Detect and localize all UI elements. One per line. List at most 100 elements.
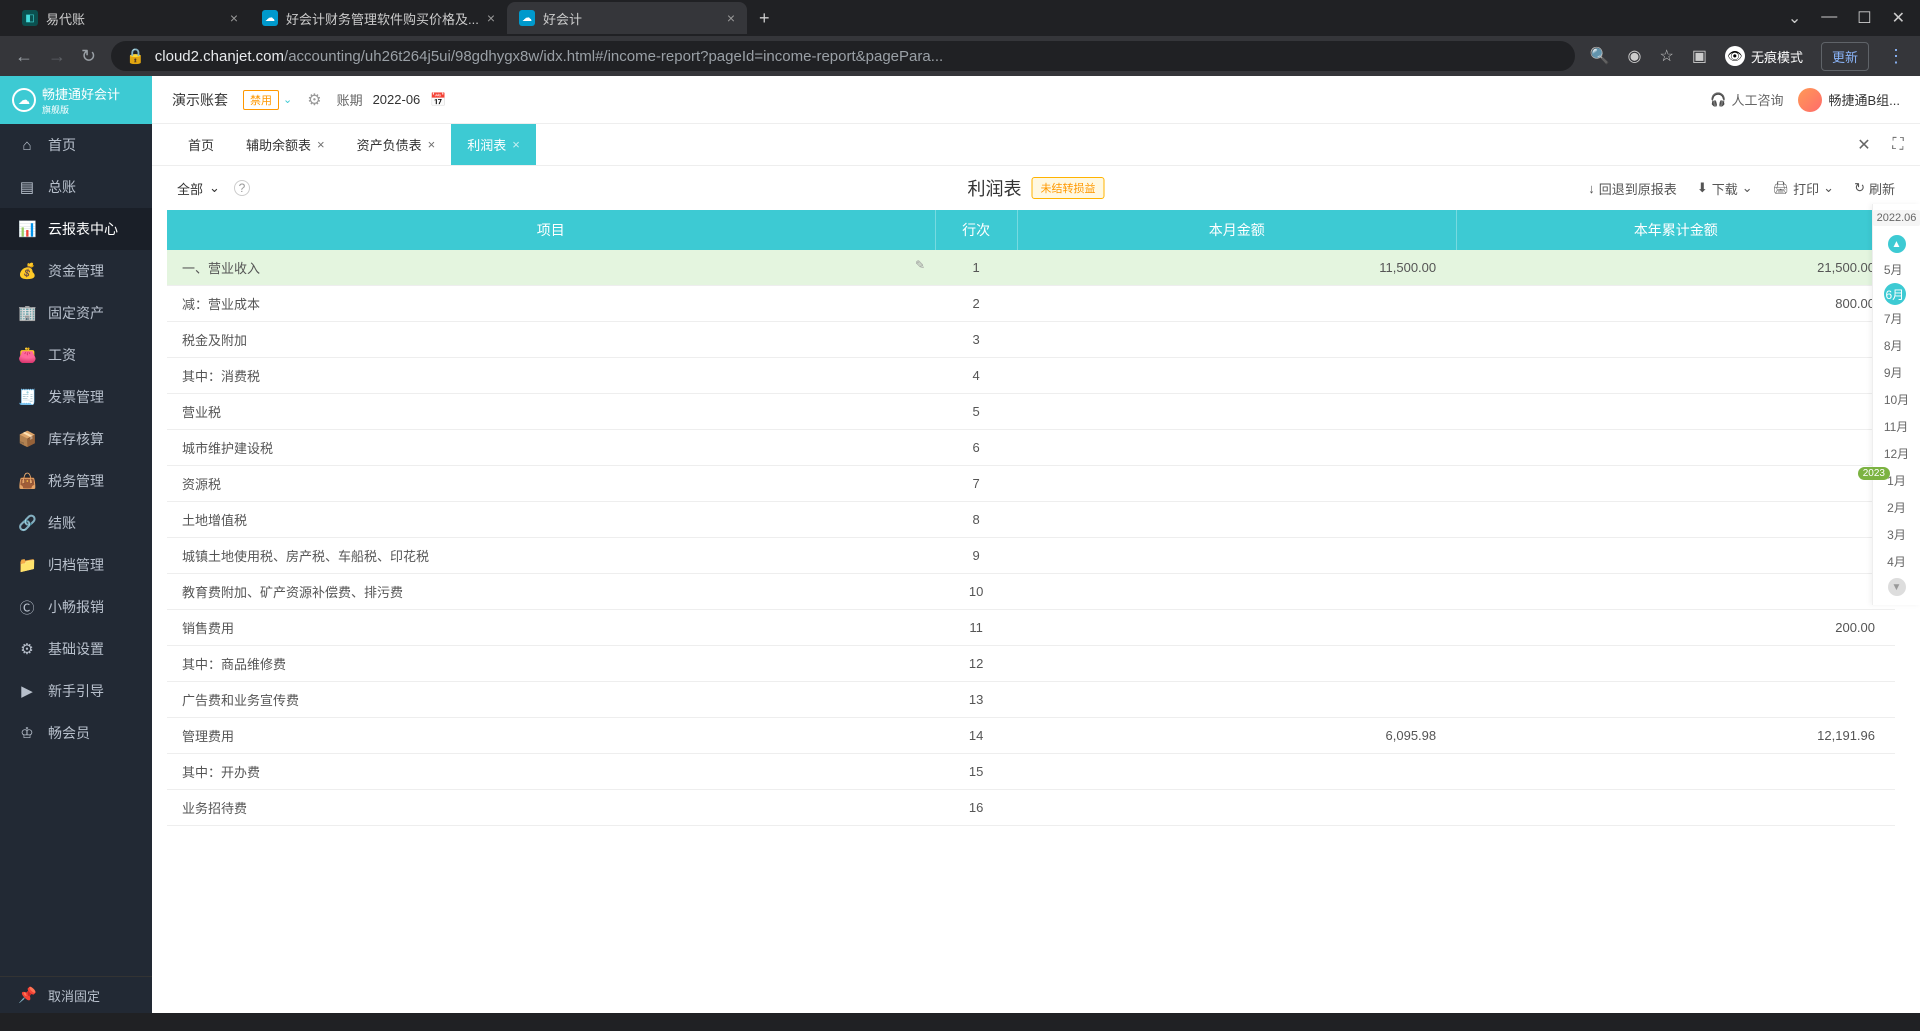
- close-icon[interactable]: ×: [487, 10, 495, 26]
- settings-icon[interactable]: ⚙: [307, 90, 321, 110]
- period-value[interactable]: 2022-06: [373, 92, 421, 107]
- timeline-up-icon[interactable]: ▲: [1888, 235, 1906, 253]
- timeline-down-icon[interactable]: ▼: [1888, 578, 1906, 596]
- edit-icon[interactable]: ✎: [915, 258, 925, 272]
- reload-icon[interactable]: ↻: [81, 46, 96, 67]
- table-row[interactable]: 一、营业收入✎ 1 11,500.00 21,500.00: [167, 250, 1895, 286]
- sidebar-item-2[interactable]: 📊云报表中心: [0, 208, 152, 250]
- sidebar-item-3[interactable]: 💰资金管理: [0, 250, 152, 292]
- table-row[interactable]: 资源税 7: [167, 466, 1895, 502]
- close-icon[interactable]: ×: [428, 137, 436, 152]
- page-tab-1[interactable]: 辅助余额表×: [230, 124, 341, 165]
- print-button[interactable]: 🖨 打印 ⌄: [1773, 179, 1834, 198]
- table-row[interactable]: 其中：消费税 4: [167, 358, 1895, 394]
- table-row[interactable]: 其中：开办费 15: [167, 754, 1895, 790]
- col-header-line: 行次: [935, 210, 1017, 250]
- table-row[interactable]: 城市维护建设税 6: [167, 430, 1895, 466]
- close-all-tabs-icon[interactable]: ✕: [1852, 133, 1876, 157]
- timeline-month[interactable]: 12月: [1884, 440, 1909, 467]
- table-row[interactable]: 教育费附加、矿产资源补偿费、排污费 10: [167, 574, 1895, 610]
- table-row[interactable]: 减：营业成本 2 800.00: [167, 286, 1895, 322]
- help-icon[interactable]: ?: [234, 180, 250, 196]
- refresh-button[interactable]: ↻ 刷新: [1854, 179, 1895, 198]
- table-row[interactable]: 税金及附加 3: [167, 322, 1895, 358]
- timeline-month[interactable]: 8月: [1884, 332, 1909, 359]
- cell-line: 16: [935, 790, 1017, 826]
- download-button[interactable]: ⬇ 下载 ⌄: [1697, 179, 1753, 198]
- browser-tab-2[interactable]: ☁ 好会计财务管理软件购买价格及... ×: [250, 2, 507, 34]
- close-icon[interactable]: ×: [512, 137, 520, 152]
- table-row[interactable]: 管理费用 14 6,095.98 12,191.96: [167, 718, 1895, 754]
- close-icon[interactable]: ×: [317, 137, 325, 152]
- page-tab-0[interactable]: 首页: [172, 124, 230, 165]
- sidebar-logo[interactable]: ☁ 畅捷通好会计 旗舰版: [0, 76, 152, 124]
- close-window-icon[interactable]: ✕: [1892, 8, 1905, 28]
- table-row[interactable]: 营业税 5: [167, 394, 1895, 430]
- user-info[interactable]: 畅捷通B组...: [1798, 88, 1900, 112]
- browser-actions: 🔍 ◉ ☆ ▣ 👁 无痕模式 更新 ⋮: [1590, 42, 1905, 71]
- extension-icon[interactable]: ◉: [1628, 46, 1642, 66]
- table-row[interactable]: 业务招待费 16: [167, 790, 1895, 826]
- sidebar-item-0[interactable]: ⌂首页: [0, 124, 152, 166]
- cell-item: 税金及附加: [167, 322, 935, 358]
- table-row[interactable]: 销售费用 11 200.00: [167, 610, 1895, 646]
- timeline-month[interactable]: 2月: [1887, 494, 1906, 521]
- bookmark-icon[interactable]: ☆: [1660, 46, 1674, 66]
- sidebar-item-13[interactable]: ▶新手引导: [0, 670, 152, 712]
- timeline-month[interactable]: 9月: [1884, 359, 1909, 386]
- chevron-down-icon[interactable]: ⌄: [1788, 8, 1801, 28]
- reading-list-icon[interactable]: ▣: [1692, 46, 1707, 66]
- browser-tab-3[interactable]: ☁ 好会计 ×: [507, 2, 747, 34]
- sidebar-item-11[interactable]: Ⓒ小畅报销: [0, 586, 152, 628]
- timeline-month[interactable]: 5月: [1884, 256, 1909, 283]
- sidebar-item-5[interactable]: 👛工资: [0, 334, 152, 376]
- restore-button[interactable]: ↓ 回退到原报表: [1588, 179, 1677, 198]
- timeline-month[interactable]: 1月: [1887, 467, 1906, 494]
- filter-select[interactable]: 全部 ⌄ ?: [177, 179, 250, 198]
- pin-icon: 📌: [18, 986, 36, 1004]
- account-name[interactable]: 演示账套: [172, 90, 228, 110]
- page-tab-3[interactable]: 利润表×: [451, 124, 536, 165]
- timeline-month[interactable]: 10月: [1884, 386, 1909, 413]
- zoom-icon[interactable]: 🔍: [1590, 46, 1610, 66]
- url-input[interactable]: 🔒 cloud2.chanjet.com/accounting/uh26t264…: [111, 41, 1575, 71]
- timeline-current-year[interactable]: 2022.06: [1873, 210, 1920, 226]
- timeline-month[interactable]: 4月: [1887, 548, 1906, 575]
- timeline-month[interactable]: 7月: [1884, 305, 1909, 332]
- headset-icon: 🎧: [1710, 92, 1726, 108]
- close-icon[interactable]: ×: [230, 10, 238, 26]
- timeline-month[interactable]: 6月: [1884, 283, 1906, 305]
- sidebar-item-4[interactable]: 🏢固定资产: [0, 292, 152, 334]
- close-icon[interactable]: ×: [727, 10, 735, 26]
- sidebar-item-6[interactable]: 🧾发票管理: [0, 376, 152, 418]
- calendar-icon[interactable]: 📅: [430, 92, 446, 108]
- support-link[interactable]: 🎧 人工咨询: [1710, 90, 1783, 109]
- chevron-down-icon[interactable]: ⌄: [283, 93, 292, 106]
- update-button[interactable]: 更新: [1821, 42, 1869, 71]
- sidebar-item-9[interactable]: 🔗结账: [0, 502, 152, 544]
- page-tab-2[interactable]: 资产负债表×: [341, 124, 452, 165]
- minimize-icon[interactable]: —: [1821, 8, 1837, 28]
- timeline-month[interactable]: 3月: [1887, 521, 1906, 548]
- sidebar-item-1[interactable]: ▤总账: [0, 166, 152, 208]
- table-row[interactable]: 土地增值税 8: [167, 502, 1895, 538]
- back-icon[interactable]: ←: [15, 46, 33, 67]
- cell-month: [1017, 430, 1456, 466]
- cell-line: 15: [935, 754, 1017, 790]
- table-row[interactable]: 广告费和业务宣传费 13: [167, 682, 1895, 718]
- app-container: ☁ 畅捷通好会计 旗舰版 ⌂首页▤总账📊云报表中心💰资金管理🏢固定资产👛工资🧾发…: [0, 76, 1920, 1013]
- browser-tab-1[interactable]: ◧ 易代账 ×: [10, 2, 250, 34]
- table-row[interactable]: 城镇土地使用税、房产税、车船税、印花税 9: [167, 538, 1895, 574]
- sidebar-item-8[interactable]: 👜税务管理: [0, 460, 152, 502]
- unpin-button[interactable]: 📌 取消固定: [0, 977, 152, 1013]
- new-tab-button[interactable]: +: [747, 8, 782, 29]
- sidebar-item-7[interactable]: 📦库存核算: [0, 418, 152, 460]
- sidebar-item-10[interactable]: 📁归档管理: [0, 544, 152, 586]
- timeline-month[interactable]: 11月: [1884, 413, 1909, 440]
- menu-icon[interactable]: ⋮: [1887, 46, 1905, 67]
- maximize-icon[interactable]: ☐: [1857, 8, 1871, 28]
- table-row[interactable]: 其中：商品维修费 12: [167, 646, 1895, 682]
- sidebar-item-12[interactable]: ⚙基础设置: [0, 628, 152, 670]
- fullscreen-icon[interactable]: ⛶: [1886, 133, 1910, 157]
- sidebar-item-14[interactable]: ♔畅会员: [0, 712, 152, 754]
